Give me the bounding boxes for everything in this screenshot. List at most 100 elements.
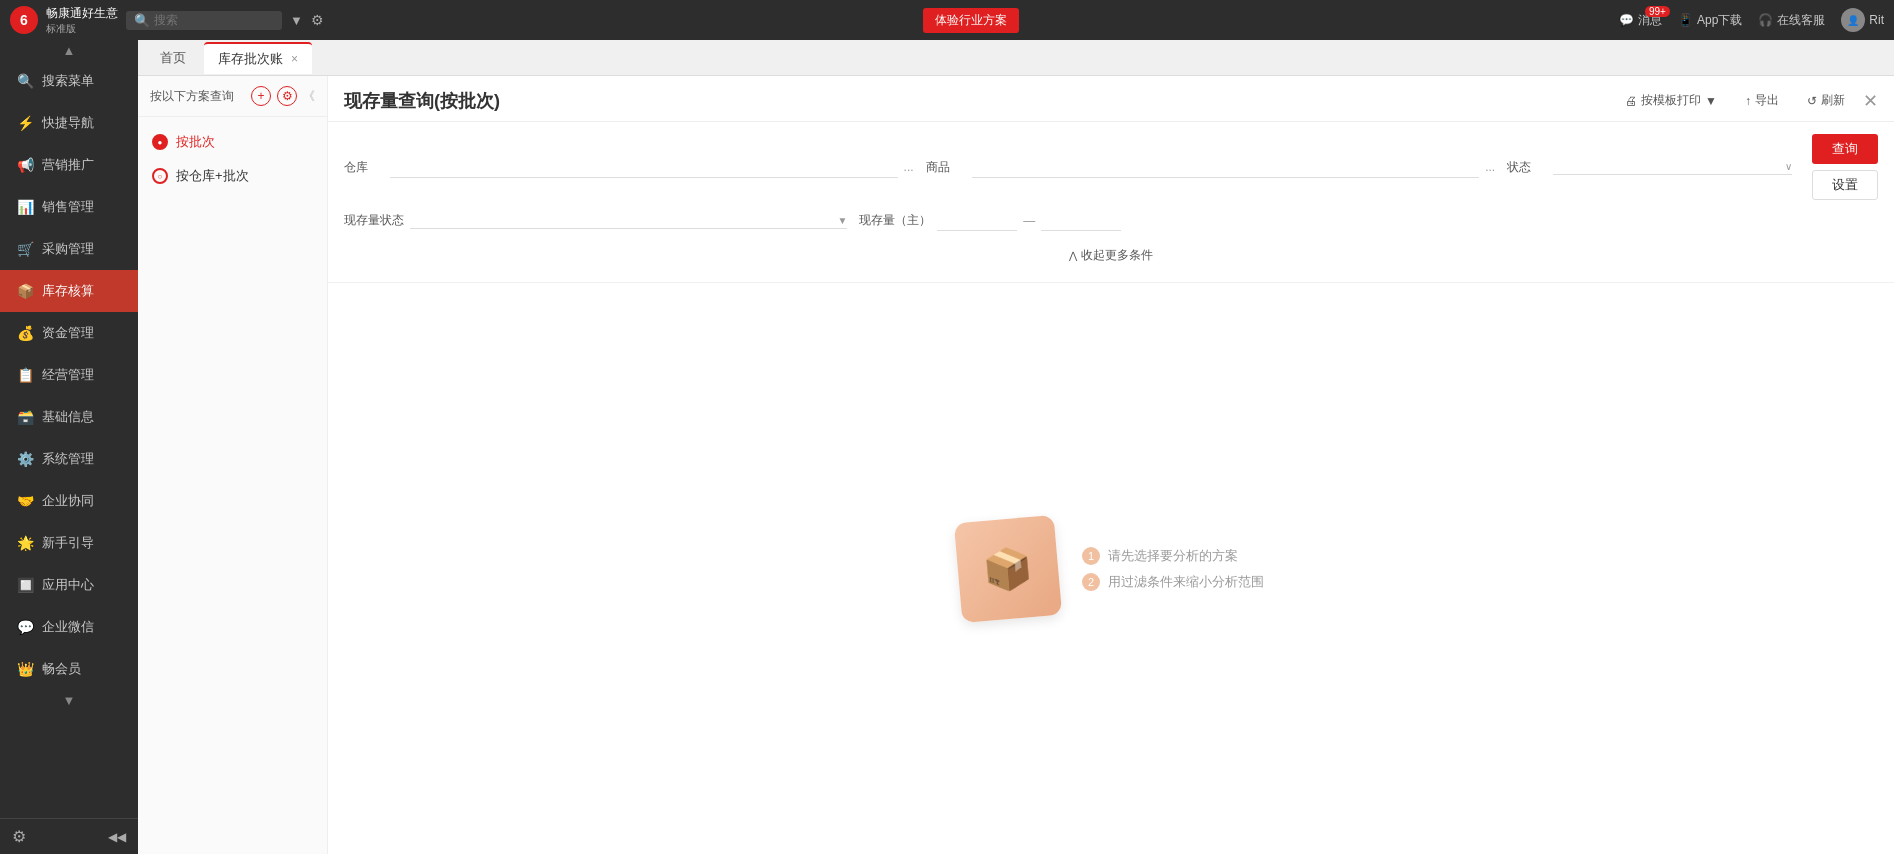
sidebar-scroll-down[interactable]: ▼: [0, 690, 138, 710]
avatar: 👤: [1841, 8, 1865, 32]
system-icon: ⚙️: [16, 450, 34, 468]
content-area: 首页库存批次账× 按以下方案查询 + ⚙ 《 ● 按批次: [138, 40, 1894, 854]
sidebar-collapse-btn[interactable]: ◀◀: [108, 830, 126, 844]
topbar-dropdown-icon[interactable]: ▼: [290, 13, 303, 28]
print-btn[interactable]: 🖨 按模板打印 ▼: [1615, 88, 1727, 113]
sidebar-item-label: 系统管理: [42, 450, 94, 468]
panel-gear-btn[interactable]: ⚙: [277, 86, 297, 106]
messages-badge: 99+: [1645, 6, 1670, 17]
sidebar: ▲ 🔍 搜索菜单 ⚡ 快捷导航 📢 营销推广 📊 销售管理 🛒 采购管理 📦 库…: [0, 40, 138, 854]
topbar: 6 畅康通好生意 标准版 🔍 ▼ ⚙ 体验行业方案 💬 消息 99+ 📱 App…: [0, 0, 1894, 40]
warehouse-label: 仓库: [344, 159, 384, 176]
sidebar-item-label: 快捷导航: [42, 114, 94, 132]
inventory-status-dropdown[interactable]: ▼: [410, 213, 847, 229]
page-header-actions: 🖨 按模板打印 ▼ ↑ 导出 ↺ 刷新 ✕: [1615, 88, 1878, 113]
collapse-up-icon: ⋀: [1069, 250, 1077, 261]
sidebar-item-label: 资金管理: [42, 324, 94, 342]
sidebar-item-sales[interactable]: 📊 销售管理: [0, 186, 138, 228]
sidebar-item-basics[interactable]: 🗃️ 基础信息: [0, 396, 138, 438]
topbar-search-input[interactable]: [154, 13, 274, 27]
status-dropdown[interactable]: ∨: [1553, 159, 1792, 175]
sidebar-settings-icon[interactable]: ⚙: [12, 827, 26, 846]
print-dropdown-icon: ▼: [1705, 94, 1717, 108]
wechat-icon: 💬: [16, 618, 34, 636]
filter-settings-btn[interactable]: 设置: [1812, 170, 1878, 200]
member-icon: 👑: [16, 660, 34, 678]
topbar-search-box[interactable]: 🔍: [126, 11, 282, 30]
sidebar-item-label: 畅会员: [42, 660, 81, 678]
tip-item-2: 2 用过滤条件来缩小分析范围: [1082, 573, 1264, 591]
close-right-panel-btn[interactable]: ✕: [1863, 92, 1878, 110]
warehouse-batch-icon: ○: [152, 168, 168, 184]
sidebar-item-operations[interactable]: 📋 经营管理: [0, 354, 138, 396]
basics-icon: 🗃️: [16, 408, 34, 426]
tab-label-home: 首页: [160, 49, 186, 67]
tab-batch-inventory[interactable]: 库存批次账 ×: [204, 42, 312, 74]
sidebar-scroll-up[interactable]: ▲: [0, 40, 138, 60]
quantity-to-input[interactable]: [1041, 210, 1121, 231]
sidebar-item-purchase[interactable]: 🛒 采购管理: [0, 228, 138, 270]
tab-label-batch-inventory: 库存批次账: [218, 50, 283, 68]
empty-illustration: 📦: [954, 514, 1062, 622]
sidebar-item-system[interactable]: ⚙️ 系统管理: [0, 438, 138, 480]
sidebar-item-quick-nav[interactable]: ⚡ 快捷导航: [0, 102, 138, 144]
warehouse-input[interactable]: [390, 157, 898, 178]
sidebar-item-label: 销售管理: [42, 198, 94, 216]
product-input[interactable]: [972, 157, 1480, 178]
sidebar-item-enterprise[interactable]: 🤝 企业协同: [0, 480, 138, 522]
online-service-item[interactable]: 🎧 在线客服: [1758, 12, 1825, 29]
app-download-item[interactable]: 📱 App下载: [1678, 12, 1742, 29]
export-btn[interactable]: ↑ 导出: [1735, 88, 1789, 113]
app-name: 畅康通好生意: [46, 5, 118, 22]
sidebar-item-marketing[interactable]: 📢 营销推广: [0, 144, 138, 186]
quick-nav-icon: ⚡: [16, 114, 34, 132]
tab-home[interactable]: 首页: [146, 42, 200, 74]
message-icon: 💬: [1619, 13, 1634, 27]
sidebar-item-inventory[interactable]: 📦 库存核算: [0, 270, 138, 312]
tab-close-batch-inventory[interactable]: ×: [291, 52, 298, 66]
enterprise-icon: 🤝: [16, 492, 34, 510]
tip-num-1: 1: [1082, 547, 1100, 565]
finance-icon: 💰: [16, 324, 34, 342]
page-content: 按以下方案查询 + ⚙ 《 ● 按批次 ○ 按仓库+批次: [138, 76, 1894, 854]
quantity-from-input[interactable]: [937, 210, 1017, 231]
sidebar-item-search[interactable]: 🔍 搜索菜单: [0, 60, 138, 102]
topbar-settings-icon[interactable]: ⚙: [311, 12, 324, 28]
tip-item-1: 1 请先选择要分析的方案: [1082, 547, 1264, 565]
quantity-label: 现存量（主）: [859, 212, 931, 229]
empty-state: 📦 1 请先选择要分析的方案 2 用过滤条件来缩小分析范围: [328, 283, 1894, 854]
app-download-icon: 📱: [1678, 13, 1693, 27]
panel-collapse-btn[interactable]: 《: [303, 88, 315, 105]
sidebar-item-apps[interactable]: 🔲 应用中心: [0, 564, 138, 606]
apps-icon: 🔲: [16, 576, 34, 594]
print-icon: 🖨: [1625, 94, 1637, 108]
export-icon: ↑: [1745, 94, 1751, 108]
sidebar-item-finance[interactable]: 💰 资金管理: [0, 312, 138, 354]
refresh-btn[interactable]: ↺ 刷新: [1797, 88, 1855, 113]
tip-text-1: 请先选择要分析的方案: [1108, 547, 1238, 565]
purchase-icon: 🛒: [16, 240, 34, 258]
main-layout: ▲ 🔍 搜索菜单 ⚡ 快捷导航 📢 营销推广 📊 销售管理 🛒 采购管理 📦 库…: [0, 40, 1894, 854]
page-title: 现存量查询(按批次): [344, 89, 500, 113]
panel-item-warehouse-batch[interactable]: ○ 按仓库+批次: [138, 159, 327, 193]
sales-icon: 📊: [16, 198, 34, 216]
messages-item[interactable]: 💬 消息 99+: [1619, 12, 1662, 29]
sidebar-item-member[interactable]: 👑 畅会员: [0, 648, 138, 690]
query-btn[interactable]: 查询: [1812, 134, 1878, 164]
headset-icon: 🎧: [1758, 13, 1773, 27]
operations-icon: 📋: [16, 366, 34, 384]
experience-btn[interactable]: 体验行业方案: [923, 8, 1019, 33]
warehouse-more[interactable]: ...: [904, 160, 914, 174]
topbar-left: 6 畅康通好生意 标准版 🔍 ▼ ⚙: [10, 5, 324, 36]
topbar-center: 体验行业方案: [923, 8, 1019, 33]
status-label: 状态: [1507, 159, 1547, 176]
user-item[interactable]: 👤 Rit: [1841, 8, 1884, 32]
panel-add-btn[interactable]: +: [251, 86, 271, 106]
app-version: 标准版: [46, 22, 118, 36]
sidebar-item-newbie[interactable]: 🌟 新手引导: [0, 522, 138, 564]
panel-item-batch[interactable]: ● 按批次: [138, 125, 327, 159]
product-more[interactable]: ...: [1485, 160, 1495, 174]
collapse-more-btn[interactable]: ⋀ 收起更多条件: [344, 241, 1878, 270]
filter-group-product: 商品 ...: [926, 157, 1496, 178]
sidebar-item-wechat[interactable]: 💬 企业微信: [0, 606, 138, 648]
